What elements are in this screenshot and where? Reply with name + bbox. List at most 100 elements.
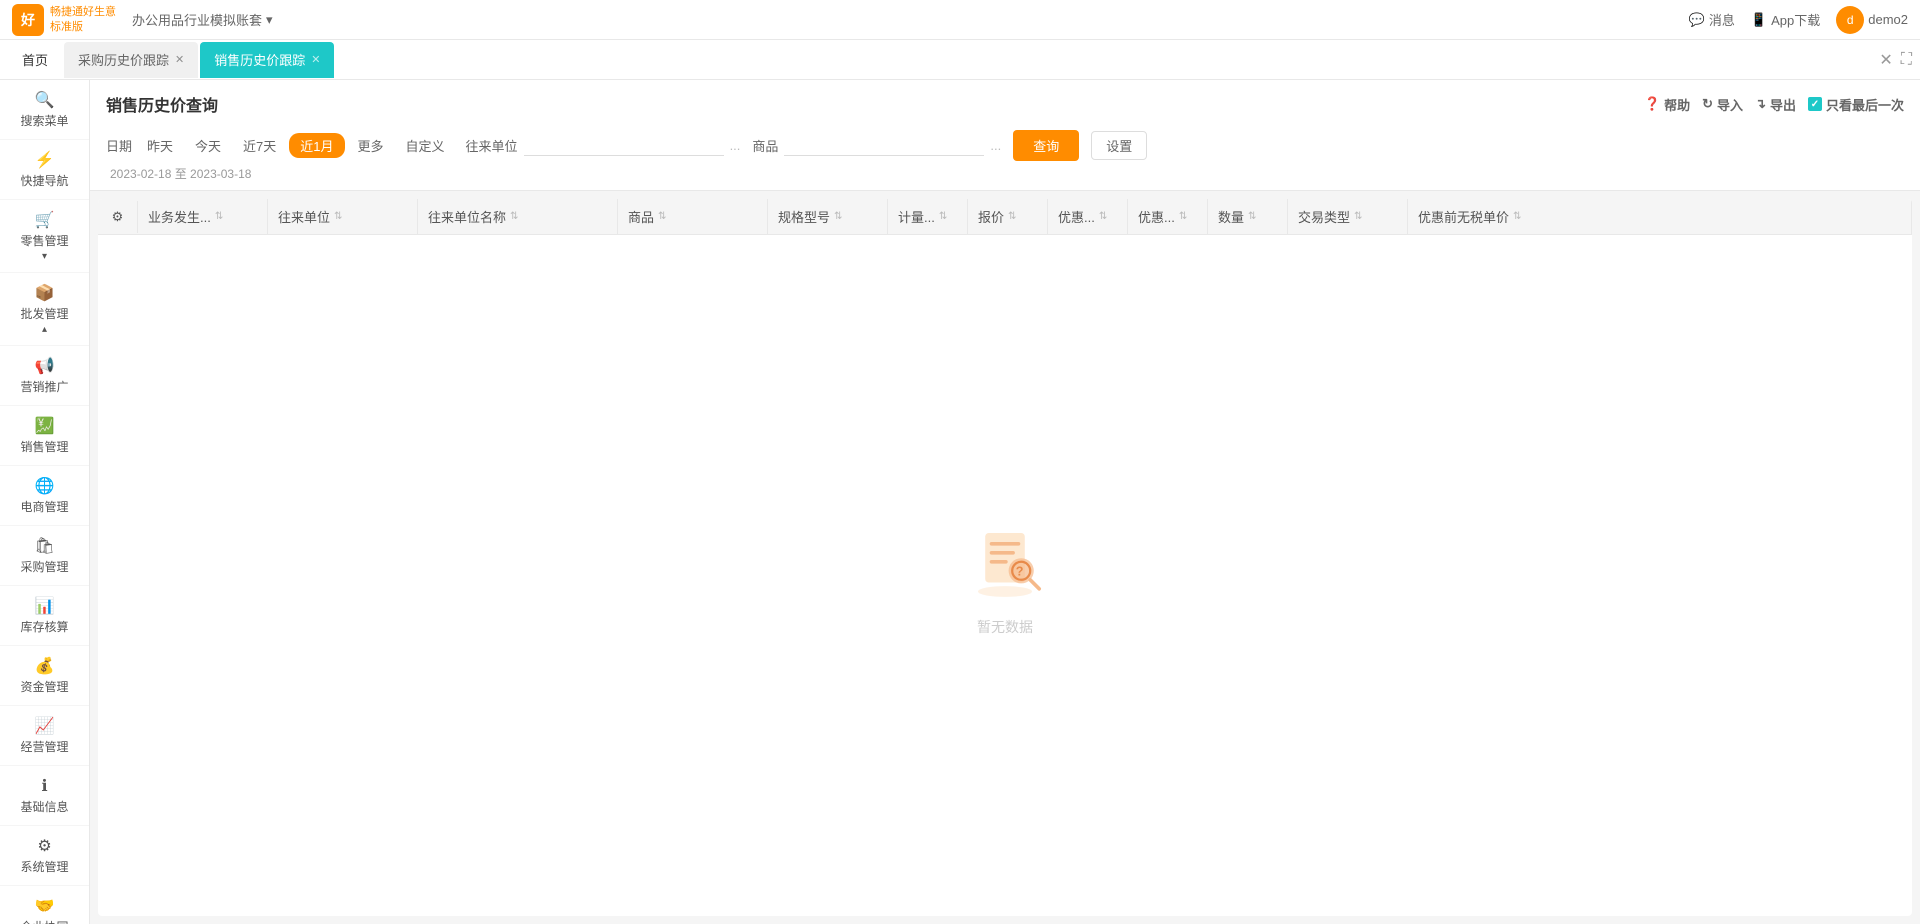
retail-icon: 🛒 [35,210,55,230]
enterprise-icon: 🤝 [35,896,55,916]
sidebar-item-shortcut[interactable]: ⚡ 快捷导航 [0,140,89,200]
sidebar-item-finance[interactable]: 💰 资金管理 [0,646,89,706]
tab-purchase[interactable]: 采购历史价跟踪 ✕ [64,42,198,78]
operations-icon: 📈 [35,716,55,736]
th-price[interactable]: 报价 ⇅ [968,199,1048,234]
sidebar-item-inventory[interactable]: 📊 库存核算 [0,586,89,646]
filter-row2: 2023-02-18 至 2023-03-18 [106,165,1904,182]
sort-icon-partner-id: ⇅ [334,211,342,222]
content-area: 销售历史价查询 ❓ 帮助 ↻ 导入 ↴ 导出 ✓ [90,80,1920,924]
sidebar-item-ecommerce[interactable]: 🌐 电商管理 [0,466,89,526]
th-date[interactable]: 业务发生... ⇅ [138,199,268,234]
product-filter: 商品 ... [752,136,1001,156]
logo-area: 好 畅捷通好生意 标准版 [12,4,116,36]
shortcut-icon: ⚡ [35,150,55,170]
date-btn-7days[interactable]: 近7天 [234,133,285,158]
import-button[interactable]: ↻ 导入 [1702,95,1743,114]
empty-text: 暂无数据 [977,617,1033,637]
date-btn-custom[interactable]: 自定义 [397,133,454,158]
user-profile[interactable]: d demo2 [1836,6,1908,34]
arrow-icon: ▴ [42,324,47,335]
tab-sales[interactable]: 销售历史价跟踪 ✕ [200,42,334,78]
tabbar: 首页 采购历史价跟踪 ✕ 销售历史价跟踪 ✕ ✕ ⛶ [0,40,1920,80]
sort-icon-date: ⇅ [215,211,223,222]
maximize-window-icon[interactable]: ⛶ [1901,51,1912,69]
table-container: ⚙ 业务发生... ⇅ 往来单位 ⇅ 往来单位名称 ⇅ 商品 ⇅ [98,199,1912,916]
wholesale-icon: 📦 [35,283,55,303]
partner-picker-button[interactable]: ... [730,138,741,153]
tab-sales-close[interactable]: ✕ [311,53,320,66]
topbar-right: 💬 消息 📱 App下载 d demo2 [1689,6,1908,34]
sidebar-item-search[interactable]: 🔍 搜索菜单 [0,80,89,140]
sidebar-item-marketing[interactable]: 📢 营销推广 [0,346,89,406]
tab-home[interactable]: 首页 [8,42,62,78]
only-last-checkbox-label[interactable]: ✓ 只看最后一次 [1808,95,1904,114]
chevron-down-icon: ▾ [266,12,273,28]
logo-icon: 好 [12,4,44,36]
empty-illustration: ? [960,515,1050,605]
date-btn-more[interactable]: 更多 [349,133,393,158]
sidebar-item-operations[interactable]: 📈 经营管理 [0,706,89,766]
svg-text:?: ? [1016,564,1024,578]
empty-state: ? 暂无数据 [98,235,1912,916]
page-title-actions: ❓ 帮助 ↻ 导入 ↴ 导出 ✓ 只看最后一次 [1644,95,1904,114]
sidebar-item-basic[interactable]: ℹ 基础信息 [0,766,89,826]
app-download-button[interactable]: 📱 App下载 [1751,10,1820,29]
page-title-row: 销售历史价查询 ❓ 帮助 ↻ 导入 ↴ 导出 ✓ [106,92,1904,116]
query-button[interactable]: 查询 [1013,130,1079,161]
settings-button[interactable]: 设置 [1091,131,1147,160]
ecommerce-icon: 🌐 [35,476,55,496]
table-header: ⚙ 业务发生... ⇅ 往来单位 ⇅ 往来单位名称 ⇅ 商品 ⇅ [98,199,1912,235]
sort-icon-discount2: ⇅ [1179,211,1187,222]
th-spec[interactable]: 规格型号 ⇅ [768,199,888,234]
page-header: 销售历史价查询 ❓ 帮助 ↻ 导入 ↴ 导出 ✓ [90,80,1920,191]
th-partner-id[interactable]: 往来单位 ⇅ [268,199,418,234]
th-partner-name[interactable]: 往来单位名称 ⇅ [418,199,618,234]
product-picker-button[interactable]: ... [990,138,1001,153]
sort-icon-partner-name: ⇅ [510,211,518,222]
settings-col-icon: ⚙ [112,209,124,225]
tab-purchase-close[interactable]: ✕ [175,53,184,66]
sidebar-item-enterprise[interactable]: 🤝 企业协同 [0,886,89,924]
download-icon: 📱 [1751,12,1767,28]
th-qty[interactable]: 数量 ⇅ [1208,199,1288,234]
topbar: 好 畅捷通好生意 标准版 办公用品行业模拟账套 ▾ 💬 消息 📱 App下载 d… [0,0,1920,40]
date-filter: 日期 昨天 今天 近7天 近1月 更多 自定义 [106,133,454,158]
th-settings[interactable]: ⚙ [98,201,138,233]
sort-icon-qty: ⇅ [1248,211,1256,222]
filter-bar: 日期 昨天 今天 近7天 近1月 更多 自定义 往来单位 ... [106,126,1904,165]
sidebar-item-sales-mgmt[interactable]: 💹 销售管理 [0,406,89,466]
logo-text: 畅捷通好生意 标准版 [50,5,116,34]
date-btn-today[interactable]: 今天 [186,133,230,158]
window-controls: ✕ ⛶ [1879,50,1912,70]
sort-icon-notax-price: ⇅ [1513,211,1521,222]
sidebar-item-system[interactable]: ⚙ 系统管理 [0,826,89,886]
topbar-left: 好 畅捷通好生意 标准版 办公用品行业模拟账套 ▾ [12,4,281,36]
close-window-icon[interactable]: ✕ [1879,50,1892,70]
th-type[interactable]: 交易类型 ⇅ [1288,199,1408,234]
sidebar-item-purchase[interactable]: 🛍 采购管理 [0,526,89,586]
product-input[interactable] [784,136,984,156]
export-icon: ↴ [1755,96,1766,112]
date-btn-1month[interactable]: 近1月 [289,133,344,158]
partner-input[interactable] [524,136,724,156]
message-button[interactable]: 💬 消息 [1689,10,1735,29]
date-buttons: 昨天 今天 近7天 近1月 更多 自定义 [138,133,454,158]
marketing-icon: 📢 [35,356,55,376]
sort-icon-unit: ⇅ [939,211,947,222]
help-button[interactable]: ❓ 帮助 [1644,95,1690,114]
th-product[interactable]: 商品 ⇅ [618,199,768,234]
sidebar-item-retail[interactable]: 🛒 零售管理 ▾ [0,200,89,273]
arrow-icon: ▾ [42,251,47,262]
th-unit[interactable]: 计量... ⇅ [888,199,968,234]
avatar: d [1836,6,1864,34]
sort-icon-product: ⇅ [658,211,666,222]
only-last-checkbox[interactable]: ✓ [1808,97,1822,111]
date-btn-yesterday[interactable]: 昨天 [138,133,182,158]
sidebar-item-wholesale[interactable]: 📦 批发管理 ▴ [0,273,89,346]
export-button[interactable]: ↴ 导出 [1755,95,1796,114]
app-selector[interactable]: 办公用品行业模拟账套 ▾ [124,6,281,33]
th-notax-price[interactable]: 优惠前无税单价 ⇅ [1408,199,1912,234]
th-discount2[interactable]: 优惠... ⇅ [1128,199,1208,234]
th-discount1[interactable]: 优惠... ⇅ [1048,199,1128,234]
